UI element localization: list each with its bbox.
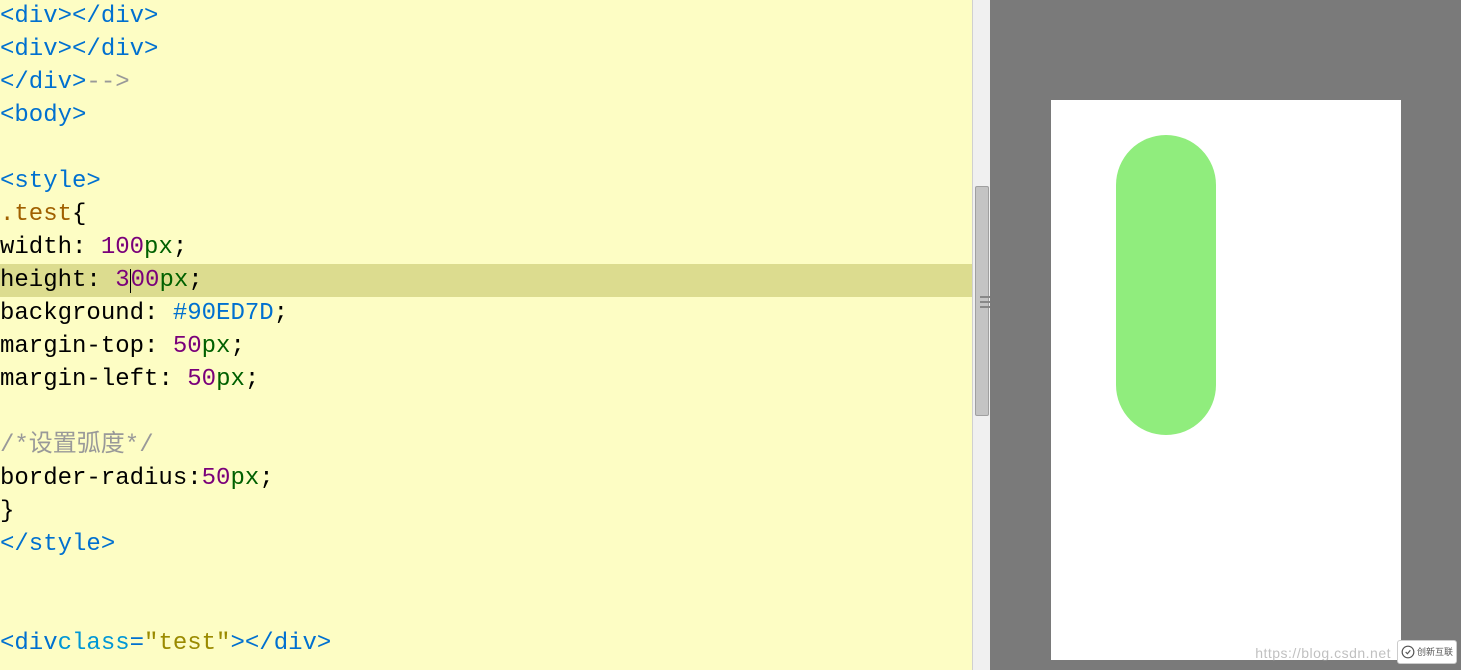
code-line[interactable]: } [0, 495, 990, 528]
code-line[interactable]: <div class="test"></div> [0, 627, 990, 660]
code-editor-pane[interactable]: <div></div> <div></div> </div>--> <body>… [0, 0, 990, 670]
code-line[interactable]: margin-left: 50px; [0, 363, 990, 396]
code-line[interactable]: width: 100px; [0, 231, 990, 264]
logo-badge: 创新互联 [1397, 640, 1457, 664]
code-line[interactable]: </div>--> [0, 66, 990, 99]
code-line[interactable]: margin-top: 50px; [0, 330, 990, 363]
logo-icon [1401, 645, 1415, 659]
logo-text: 创新互联 [1417, 646, 1453, 659]
preview-pane: https://blog.csdn.net 创新互联 [990, 0, 1461, 670]
code-line[interactable]: background: #90ED7D; [0, 297, 990, 330]
code-line[interactable]: .test{ [0, 198, 990, 231]
code-line[interactable] [0, 132, 990, 165]
preview-page [1051, 100, 1401, 660]
code-line[interactable]: <style> [0, 165, 990, 198]
code-line[interactable] [0, 561, 990, 594]
code-line[interactable]: <div></div> [0, 0, 990, 33]
code-line[interactable]: <div></div> [0, 33, 990, 66]
watermark-text: https://blog.csdn.net [1255, 644, 1391, 664]
code-line[interactable]: /*设置弧度*/ [0, 429, 990, 462]
code-line[interactable]: <body> [0, 99, 990, 132]
scrollbar-thumb[interactable] [975, 186, 989, 416]
code-line[interactable]: height: 300px; [0, 264, 990, 297]
preview-test-div [1116, 135, 1216, 435]
code-line[interactable] [0, 594, 990, 627]
code-line[interactable] [0, 396, 990, 429]
code-line[interactable]: border-radius:50px; [0, 462, 990, 495]
vertical-scrollbar[interactable] [972, 0, 990, 670]
code-line[interactable]: </style> [0, 528, 990, 561]
code-container[interactable]: <div></div> <div></div> </div>--> <body>… [0, 0, 990, 660]
